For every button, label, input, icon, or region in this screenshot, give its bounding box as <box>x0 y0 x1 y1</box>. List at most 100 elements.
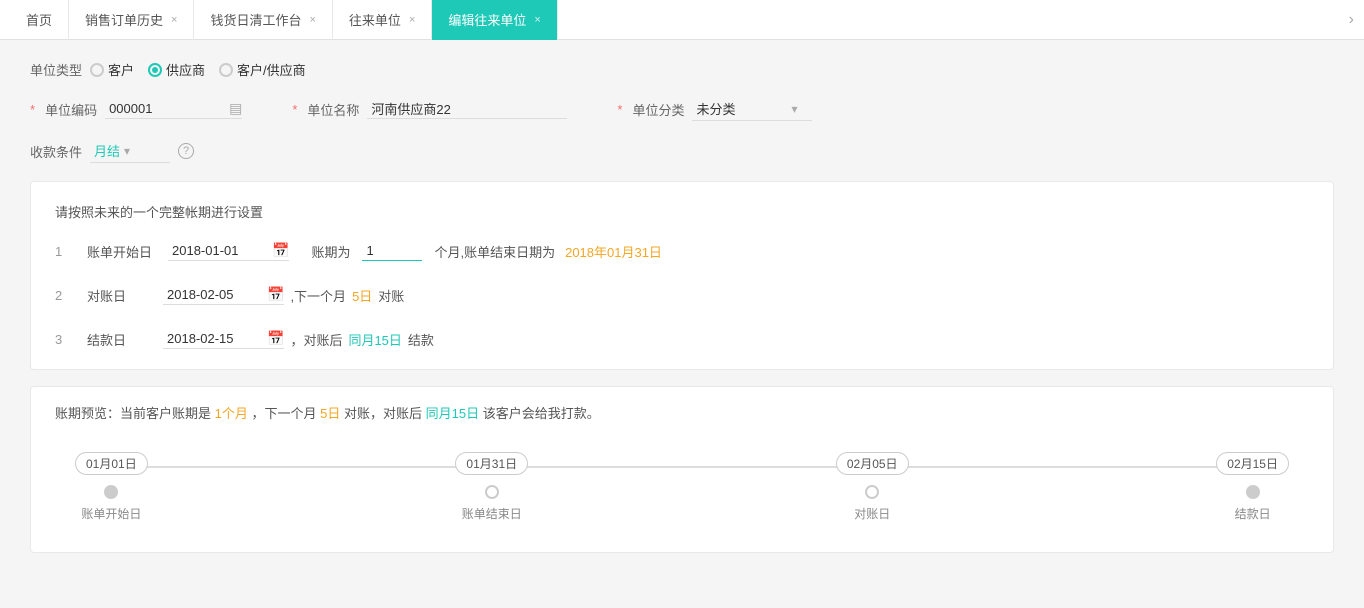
unit-type-row: 单位类型 客户 供应商 客户/供应商 <box>30 60 1334 79</box>
tab-partners[interactable]: 往来单位 × <box>333 0 432 40</box>
unit-code-icon[interactable]: ▤ <box>229 100 242 117</box>
step-3-value: 📅 ，对账后 同月15日 结款 <box>163 329 434 349</box>
step-3-pre: ，对账后 <box>290 330 342 349</box>
unit-name-input[interactable] <box>367 99 567 119</box>
tab-sales-close[interactable]: × <box>171 14 177 26</box>
step-3-post: 结款 <box>408 330 434 349</box>
step-3-date-wrap: 📅 <box>163 329 284 349</box>
timeline-nodes: 01月01日 账单开始日 01月31日 账单结束日 02月05日 对账日 02月… <box>75 452 1289 522</box>
tabs-next-arrow[interactable]: › <box>1339 11 1364 29</box>
node-circle-0 <box>104 485 118 499</box>
node-badge-2: 02月05日 <box>836 452 909 475</box>
payment-label: 收款条件 <box>30 142 82 161</box>
unit-code-input-wrap: ▤ <box>105 99 242 119</box>
tab-edit-partner[interactable]: 编辑往来单位 × <box>432 0 557 40</box>
step-2-value: 📅 ,下一个月 5日 对账 <box>163 285 404 305</box>
radio-customer-circle <box>90 63 104 77</box>
payment-select[interactable]: 月结 ▾ <box>90 139 170 163</box>
timeline-container: 01月01日 账单开始日 01月31日 账单结束日 02月05日 对账日 02月… <box>55 442 1309 552</box>
tab-sales[interactable]: 销售订单历史 × <box>69 0 194 40</box>
timeline-node-1: 01月31日 账单结束日 <box>455 452 528 522</box>
preview-section: 账期预览：当前客户账期是 1个月 ，下一个月 5日 对账，对账后 同月15日 该… <box>30 386 1334 553</box>
page-content: 单位类型 客户 供应商 客户/供应商 * 单位编码 <box>0 40 1364 608</box>
payment-row: 收款条件 月结 ▾ ? <box>30 139 1334 163</box>
tab-cashflow-label: 钱货日清工作台 <box>210 10 301 29</box>
payment-help-icon[interactable]: ? <box>178 143 194 159</box>
tab-partners-label: 往来单位 <box>349 10 401 29</box>
unit-category-star: * <box>617 102 622 117</box>
tab-partners-close[interactable]: × <box>409 14 415 26</box>
step-2-num: 2 <box>55 288 71 303</box>
tab-home[interactable]: 首页 <box>10 0 69 40</box>
step-2-date-wrap: 📅 <box>163 285 284 305</box>
unit-type-item: 单位类型 客户 供应商 客户/供应商 <box>30 60 306 79</box>
step-3-cal-icon[interactable]: 📅 <box>267 330 284 347</box>
payment-item: 收款条件 月结 ▾ ? <box>30 139 194 163</box>
node-circle-3 <box>1246 485 1260 499</box>
node-circle-2 <box>865 485 879 499</box>
section-title: 请按照未来的一个完整帐期进行设置 <box>55 202 1309 221</box>
preview-suffix: 该客户会给我打款。 <box>483 406 600 421</box>
unit-name-label: 单位名称 <box>307 100 359 119</box>
preview-label: 账期预览：当前客户账期是 <box>55 406 211 421</box>
step-1-value: 📅 账期为 个月,账单结束日期为 2018年01月31日 <box>168 241 662 261</box>
timeline-node-2: 02月05日 对账日 <box>836 452 909 522</box>
node-badge-3: 02月15日 <box>1216 452 1289 475</box>
step-2-date-input[interactable] <box>163 285 263 304</box>
radio-supplier-label: 供应商 <box>166 60 205 79</box>
payment-dropdown-icon: ▾ <box>124 144 130 158</box>
unit-code-star: * <box>30 102 35 117</box>
node-badge-1: 01月31日 <box>455 452 528 475</box>
step-1-period-label: 账期为 <box>311 242 350 261</box>
preview-part2: 5日 <box>320 406 340 421</box>
tab-cashflow-close[interactable]: × <box>309 14 315 26</box>
step-1-row: 1 账单开始日 📅 账期为 个月,账单结束日期为 2018年01月31日 <box>55 241 1309 261</box>
step-2-post: 对账 <box>378 286 404 305</box>
radio-customer[interactable]: 客户 <box>90 60 134 79</box>
unit-category-select[interactable]: 未分类 ▾ <box>692 97 812 121</box>
step-3-label: 结款日 <box>87 330 147 349</box>
tab-cashflow[interactable]: 钱货日清工作台 × <box>194 0 332 40</box>
step-1-date-input[interactable] <box>168 241 268 260</box>
step-3-date-input[interactable] <box>163 329 263 348</box>
tabs-bar: 首页 销售订单历史 × 钱货日清工作台 × 往来单位 × 编辑往来单位 × › <box>0 0 1364 40</box>
unit-code-input[interactable] <box>105 99 225 118</box>
node-label-3: 结款日 <box>1235 505 1271 522</box>
radio-both[interactable]: 客户/供应商 <box>219 60 306 79</box>
unit-category-value: 未分类 <box>696 99 735 118</box>
radio-both-circle <box>219 63 233 77</box>
step-1-cal-icon[interactable]: 📅 <box>272 242 289 259</box>
node-circle-1 <box>485 485 499 499</box>
tab-edit-partner-label: 编辑往来单位 <box>448 10 526 29</box>
unit-name-item: * 单位名称 <box>292 99 567 119</box>
timeline-node-3: 02月15日 结款日 <box>1216 452 1289 522</box>
preview-connector2: 对账，对账后 <box>344 406 422 421</box>
step-2-highlight: 5日 <box>352 286 372 305</box>
preview-part3: 同月15日 <box>426 406 479 421</box>
step-1-num: 1 <box>55 244 71 259</box>
step-2-cal-icon[interactable]: 📅 <box>267 286 284 303</box>
unit-name-star: * <box>292 102 297 117</box>
node-label-0: 账单开始日 <box>81 505 141 522</box>
step-2-label: 对账日 <box>87 286 147 305</box>
radio-supplier[interactable]: 供应商 <box>148 60 205 79</box>
unit-category-label: 单位分类 <box>632 100 684 119</box>
timeline-node-0: 01月01日 账单开始日 <box>75 452 148 522</box>
radio-both-label: 客户/供应商 <box>237 60 306 79</box>
tab-edit-partner-close[interactable]: × <box>534 14 540 26</box>
code-name-row: * 单位编码 ▤ * 单位名称 * 单位分类 未分类 ▾ <box>30 97 1334 121</box>
radio-group: 客户 供应商 客户/供应商 <box>90 60 306 79</box>
step-1-period-input[interactable] <box>362 241 422 261</box>
radio-customer-label: 客户 <box>108 60 134 79</box>
step-3-row: 3 结款日 📅 ，对账后 同月15日 结款 <box>55 329 1309 349</box>
tab-home-label: 首页 <box>26 10 52 29</box>
step-2-row: 2 对账日 📅 ,下一个月 5日 对账 <box>55 285 1309 305</box>
step-1-period-unit: 个月,账单结束日期为 <box>434 242 555 261</box>
unit-category-dropdown-icon: ▾ <box>791 102 797 116</box>
unit-category-item: * 单位分类 未分类 ▾ <box>617 97 812 121</box>
preview-connector1: ，下一个月 <box>252 406 317 421</box>
step-1-date-wrap: 📅 <box>168 241 289 261</box>
unit-type-label: 单位类型 <box>30 60 82 79</box>
node-label-1: 账单结束日 <box>462 505 522 522</box>
unit-code-item: * 单位编码 ▤ <box>30 99 242 119</box>
